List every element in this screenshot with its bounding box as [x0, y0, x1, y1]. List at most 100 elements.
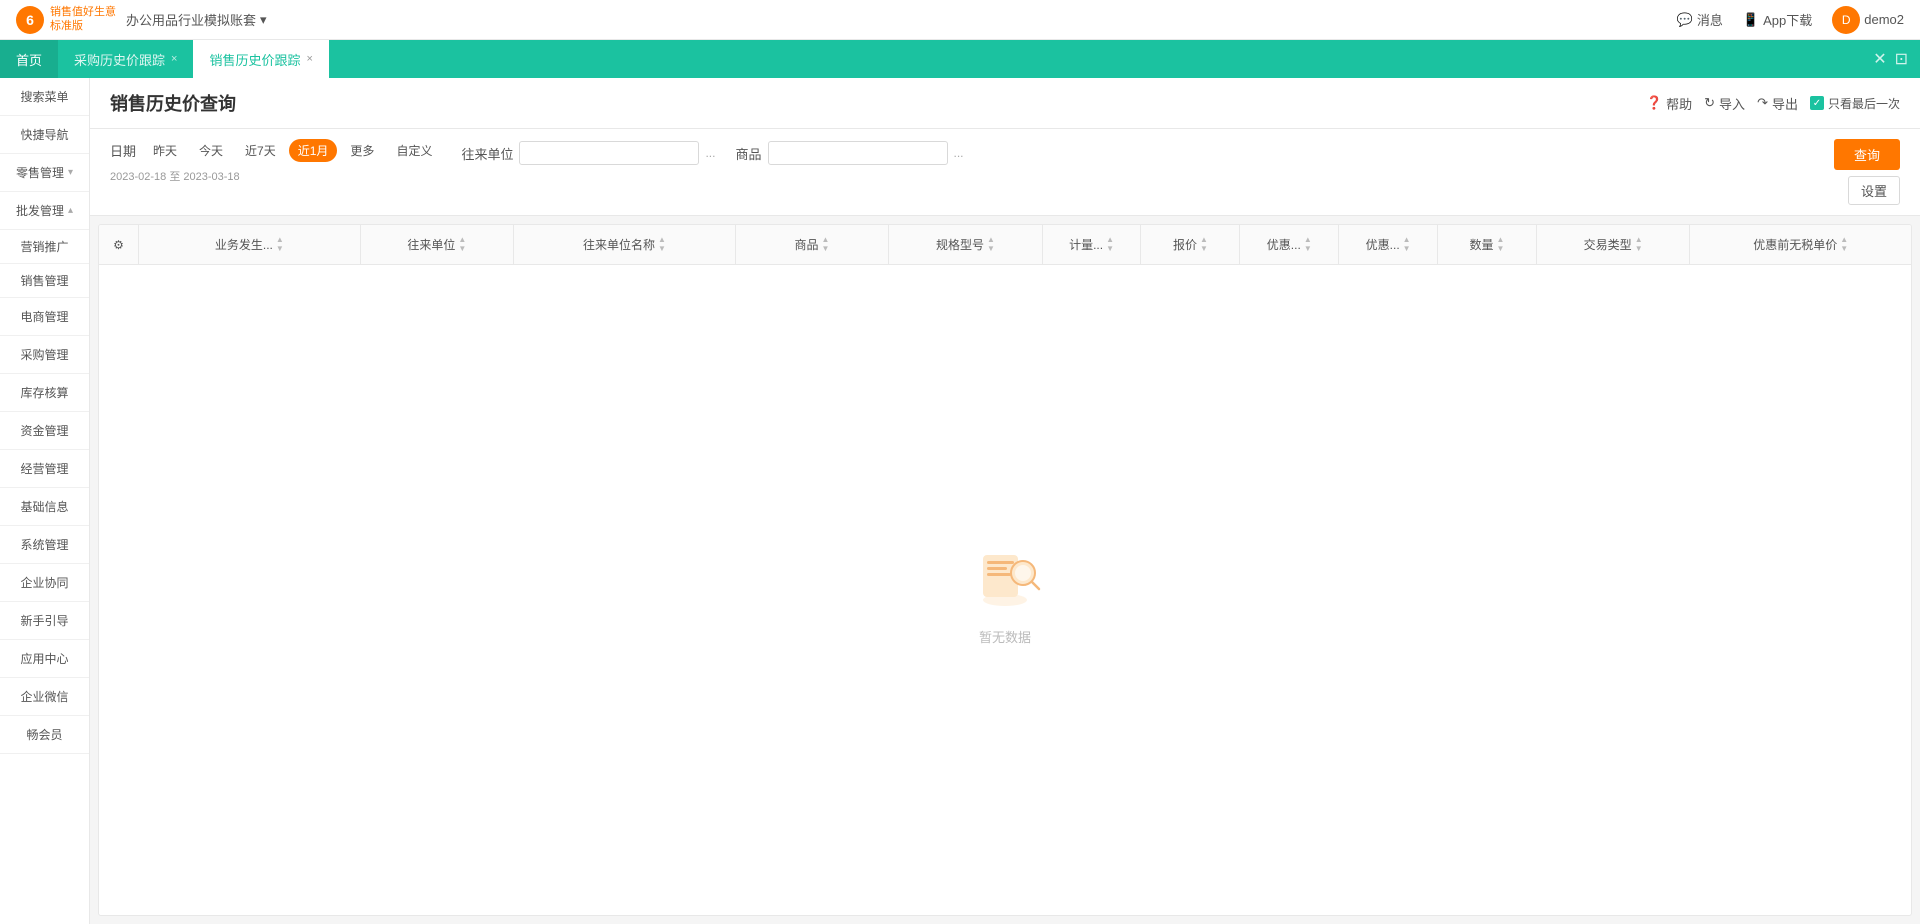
date-btn-yesterday[interactable]: 昨天 — [144, 139, 186, 162]
partner-filter-dots[interactable]: ... — [705, 146, 715, 160]
page-title-row: 销售历史价查询 ❓ 帮助 ↻ 导入 ↷ 导出 ✓ — [110, 90, 1900, 116]
import-button[interactable]: ↻ 导入 — [1704, 94, 1745, 113]
partner-filter-input[interactable] — [519, 141, 699, 165]
sidebar: 搜索菜单 快捷导航 零售管理 ▾ 批发管理 ▴ 营销推广 销售管理 电商管理 采… — [0, 78, 90, 924]
sidebar-item-quick-nav[interactable]: 快捷导航 — [0, 116, 89, 154]
purchase-mgmt-label: 采购管理 — [20, 346, 68, 363]
help-button[interactable]: ❓ 帮助 — [1646, 94, 1692, 113]
app-selector[interactable]: 办公用品行业模拟账套 ▾ — [126, 10, 267, 29]
page-header: 销售历史价查询 ❓ 帮助 ↻ 导入 ↷ 导出 ✓ — [90, 78, 1920, 129]
product-filter-input[interactable] — [768, 141, 948, 165]
retail-label: 零售管理 — [16, 164, 64, 181]
col-qty[interactable]: 数量 ▲ ▼ — [1438, 225, 1537, 264]
sales-tab-label: 销售历史价跟踪 — [209, 50, 300, 69]
tab-purchase[interactable]: 采购历史价跟踪 × — [58, 40, 193, 78]
sales-tab-close[interactable]: × — [306, 53, 312, 65]
tab-home[interactable]: 首页 — [0, 40, 58, 78]
marketing-label: 营销推广 — [20, 238, 68, 255]
sort-arrows-price: ▲ ▼ — [1200, 236, 1208, 253]
col-unit[interactable]: 计量... ▲ ▼ — [1043, 225, 1142, 264]
page-title: 销售历史价查询 — [110, 90, 236, 116]
col-price[interactable]: 报价 ▲ ▼ — [1141, 225, 1240, 264]
sidebar-item-operations[interactable]: 经营管理 — [0, 450, 89, 488]
ecommerce-label: 电商管理 — [20, 308, 68, 325]
date-filter-col: 日期 昨天 今天 近7天 近1月 更多 自定义 2023-02-18 至 202… — [110, 139, 441, 184]
checkbox-check-icon: ✓ — [1810, 96, 1824, 110]
last-only-checkbox[interactable]: ✓ 只看最后一次 — [1810, 95, 1900, 112]
sidebar-item-system[interactable]: 系统管理 — [0, 526, 89, 564]
product-filter-dots[interactable]: ... — [954, 146, 964, 160]
message-icon: 💬 — [1677, 12, 1693, 28]
search-menu-label: 搜索菜单 — [20, 88, 68, 105]
tab-sales[interactable]: 销售历史价跟踪 × — [193, 40, 328, 78]
col-spec[interactable]: 规格型号 ▲ ▼ — [889, 225, 1042, 264]
sidebar-item-purchase[interactable]: 采购管理 — [0, 336, 89, 374]
user-menu[interactable]: D demo2 — [1832, 6, 1904, 34]
sidebar-item-member[interactable]: 畅会员 — [0, 716, 89, 754]
sidebar-item-enterprise-wechat[interactable]: 企业微信 — [0, 678, 89, 716]
export-button[interactable]: ↷ 导出 — [1757, 94, 1798, 113]
sort-arrows-biz-date: ▲ ▼ — [276, 236, 284, 253]
message-button[interactable]: 💬 消息 — [1677, 10, 1723, 29]
settings-icon: ⚙ — [113, 238, 124, 252]
sidebar-item-sales-mgmt[interactable]: 销售管理 — [0, 264, 89, 298]
date-btn-last1m[interactable]: 近1月 — [289, 139, 338, 162]
table-settings-col[interactable]: ⚙ — [99, 225, 139, 264]
settings-button[interactable]: 设置 — [1848, 176, 1900, 205]
sidebar-item-retail[interactable]: 零售管理 ▾ — [0, 154, 89, 192]
sort-arrows-unit: ▲ ▼ — [1106, 236, 1114, 253]
col-partner-name[interactable]: 往来单位名称 ▲ ▼ — [514, 225, 736, 264]
col-product[interactable]: 商品 ▲ ▼ — [736, 225, 889, 264]
sidebar-item-finance[interactable]: 资金管理 — [0, 412, 89, 450]
sort-arrows-discount1: ▲ ▼ — [1304, 236, 1312, 253]
empty-state: 暂无数据 — [99, 265, 1911, 915]
finance-label: 资金管理 — [20, 422, 68, 439]
logo-text: 销售值好生意 标准版 — [50, 6, 116, 32]
date-btn-more[interactable]: 更多 — [341, 139, 383, 162]
col-pretax-price[interactable]: 优惠前无税单价 ▲ ▼ — [1690, 225, 1911, 264]
col-trade-type[interactable]: 交易类型 ▲ ▼ — [1537, 225, 1690, 264]
col-discount2[interactable]: 优惠... ▲ ▼ — [1339, 225, 1438, 264]
sort-arrows-spec: ▲ ▼ — [987, 236, 995, 253]
sidebar-item-basic-info[interactable]: 基础信息 — [0, 488, 89, 526]
purchase-tab-close[interactable]: × — [171, 53, 177, 65]
col-partner-code[interactable]: 往来单位 ▲ ▼ — [361, 225, 514, 264]
sidebar-item-marketing[interactable]: 营销推广 — [0, 230, 89, 264]
operations-label: 经营管理 — [20, 460, 68, 477]
partner-filter-label: 往来单位 — [461, 144, 513, 163]
date-btn-custom[interactable]: 自定义 — [387, 139, 441, 162]
date-btn-last7[interactable]: 近7天 — [236, 139, 285, 162]
table-header: ⚙ 业务发生... ▲ ▼ 往来单位 ▲ ▼ 往 — [99, 225, 1911, 265]
sidebar-item-wholesale[interactable]: 批发管理 ▴ — [0, 192, 89, 230]
sort-arrows-pretax-price: ▲ ▼ — [1840, 236, 1848, 253]
app-download-button[interactable]: 📱 App下载 — [1743, 10, 1812, 29]
filter-actions: 查询 设置 — [1834, 139, 1900, 205]
chevron-up-icon: ▴ — [68, 205, 73, 216]
product-filter-label: 商品 — [735, 144, 761, 163]
sidebar-item-app-center[interactable]: 应用中心 — [0, 640, 89, 678]
query-button[interactable]: 查询 — [1834, 139, 1900, 170]
top-bar-right: 💬 消息 📱 App下载 D demo2 — [1677, 6, 1904, 34]
logo-icon: 6 — [16, 6, 44, 34]
member-label: 畅会员 — [26, 726, 62, 743]
empty-state-icon — [965, 535, 1045, 615]
sidebar-item-ecommerce[interactable]: 电商管理 — [0, 298, 89, 336]
sort-arrows-discount2: ▲ ▼ — [1403, 236, 1411, 253]
download-icon: 📱 — [1743, 12, 1759, 28]
chevron-down-icon: ▾ — [260, 12, 267, 28]
tab-window-actions: ✕ ⊡ — [1861, 49, 1920, 69]
empty-text: 暂无数据 — [979, 627, 1031, 646]
close-window-icon[interactable]: ✕ — [1873, 49, 1886, 69]
sidebar-item-guide[interactable]: 新手引导 — [0, 602, 89, 640]
maximize-window-icon[interactable]: ⊡ — [1895, 49, 1908, 69]
sidebar-item-search-menu[interactable]: 搜索菜单 — [0, 78, 89, 116]
page-actions: ❓ 帮助 ↻ 导入 ↷ 导出 ✓ 只看最后一次 — [1646, 94, 1900, 113]
col-biz-date[interactable]: 业务发生... ▲ ▼ — [139, 225, 361, 264]
sidebar-item-inventory[interactable]: 库存核算 — [0, 374, 89, 412]
sort-arrows-product: ▲ ▼ — [822, 236, 830, 253]
col-discount1[interactable]: 优惠... ▲ ▼ — [1240, 225, 1339, 264]
date-btn-today[interactable]: 今天 — [190, 139, 232, 162]
product-filter-group: 商品 ... — [735, 141, 963, 165]
top-bar: 6 销售值好生意 标准版 办公用品行业模拟账套 ▾ 💬 消息 📱 App下载 D… — [0, 0, 1920, 40]
sidebar-item-enterprise[interactable]: 企业协同 — [0, 564, 89, 602]
